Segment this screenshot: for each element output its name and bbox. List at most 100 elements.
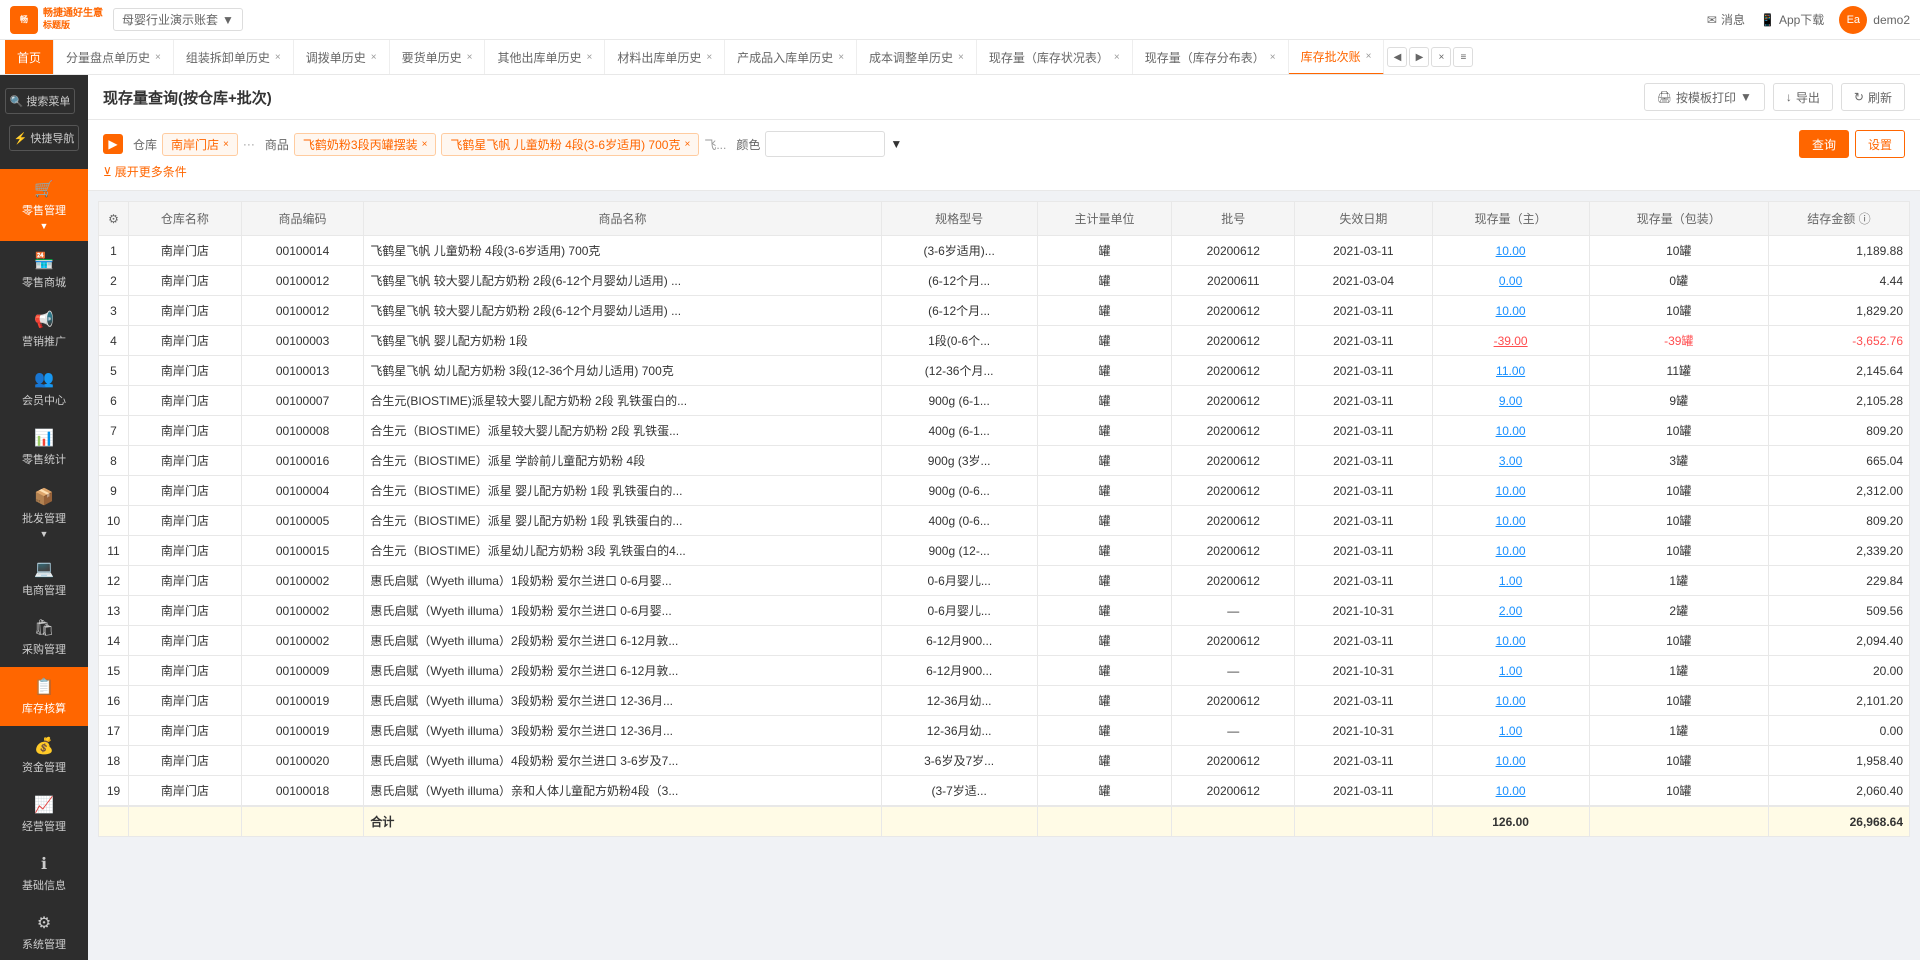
sidebar-item-lingshöguanli[interactable]: 🛒 零售管理 ▼ — [0, 169, 88, 241]
tab-xiancunfen[interactable]: 现存量（库存分布表）× — [1133, 40, 1289, 75]
sidebar-item-jichuinfo[interactable]: ℹ 基础信息 — [0, 844, 88, 903]
page-actions: 🖨 按模板打印 ▼ ↓ 导出 ↻ 刷新 — [1644, 83, 1905, 111]
tab-cailiaochuku[interactable]: 材料出库单历史 × — [605, 40, 725, 75]
color-dropdown[interactable]: ▼ — [890, 137, 902, 151]
row-no: 18 — [99, 746, 129, 776]
tab-diaoboddan[interactable]: 调拨单历史 × — [294, 40, 390, 75]
nav-prev[interactable]: ◀ — [1387, 47, 1407, 67]
tab-home[interactable]: 首页 — [5, 40, 54, 75]
tab-chanchengpin[interactable]: 产成品入库单历史 × — [725, 40, 857, 75]
row-qty-main[interactable]: 10.00 — [1432, 296, 1589, 326]
row-warehouse: 南岸门店 — [129, 566, 242, 596]
warehouse-tag-nanan[interactable]: 南岸门店 × — [162, 133, 238, 156]
sidebar-item-pifaguanli[interactable]: 📦 批发管理 ▼ — [0, 477, 88, 549]
sidebar-item-caigou[interactable]: 🛍 采购管理 — [0, 608, 88, 667]
close-icon[interactable]: × — [1366, 51, 1372, 62]
expand-icon: ▼ — [40, 221, 49, 231]
sidebar-item-yingxiao[interactable]: 📢 营销推广 — [0, 300, 88, 359]
remove-icon[interactable]: × — [422, 139, 428, 150]
tab-xiancunzhuang[interactable]: 现存量（库存状况表）× — [977, 40, 1133, 75]
table-container[interactable]: ⚙ 仓库名称 商品编码 商品名称 规格型号 主计量单位 批号 失效日期 现存量（… — [88, 191, 1920, 960]
app-download-btn[interactable]: 📱 App下载 — [1760, 11, 1824, 28]
product-tag-2[interactable]: 飞鹤星飞帆 儿童奶粉 4段(3-6岁适用) 700克 × — [441, 133, 699, 156]
close-icon[interactable]: × — [838, 52, 844, 63]
nav-arrows: ◀ ▶ × ≡ — [1387, 47, 1473, 67]
color-input[interactable] — [765, 131, 885, 157]
row-qty-main[interactable]: 10.00 — [1432, 746, 1589, 776]
row-qty-main[interactable]: 10.00 — [1432, 506, 1589, 536]
tab-zuchaixi[interactable]: 组装拆卸单历史 × — [174, 40, 294, 75]
tab-chenben[interactable]: 成本调整单历史 × — [857, 40, 977, 75]
product-tag-1[interactable]: 飞鹤奶粉3段丙罐摆装 × — [294, 133, 437, 156]
nav-close[interactable]: × — [1431, 47, 1451, 67]
row-expire: 2021-03-04 — [1295, 266, 1432, 296]
row-spec: 6-12月900... — [881, 656, 1037, 686]
close-icon[interactable]: × — [706, 52, 712, 63]
industry-selector[interactable]: 母婴行业演示账套 ▼ — [113, 8, 243, 31]
row-qty-main[interactable]: 10.00 — [1432, 626, 1589, 656]
nav-menu[interactable]: ≡ — [1453, 47, 1473, 67]
row-spec: 6-12月900... — [881, 626, 1037, 656]
warehouse-more[interactable]: ··· — [243, 137, 255, 151]
message-btn[interactable]: ✉ 消息 — [1707, 11, 1745, 28]
row-qty-main[interactable]: 11.00 — [1432, 356, 1589, 386]
close-icon[interactable]: × — [1114, 52, 1120, 63]
row-qty-pkg: 10罐 — [1589, 506, 1768, 536]
sidebar-item-lingshstats[interactable]: 📊 零售统计 — [0, 418, 88, 477]
sidebar-item-xitong[interactable]: ⚙ 系统管理 — [0, 903, 88, 960]
tab-yaohuo[interactable]: 要货单历史 × — [390, 40, 486, 75]
row-expire: 2021-03-11 — [1295, 416, 1432, 446]
tab-kucunpici[interactable]: 库存批次账 × — [1289, 40, 1385, 75]
close-icon[interactable]: × — [467, 52, 473, 63]
product-more[interactable]: 飞... — [704, 136, 726, 153]
close-icon[interactable]: × — [1270, 52, 1276, 63]
tab-qitachuku[interactable]: 其他出库单历史 × — [485, 40, 605, 75]
filter-expand-btn[interactable]: ▶ — [103, 134, 123, 154]
row-qty-main[interactable]: 9.00 — [1432, 386, 1589, 416]
sidebar-item-lingshoshangcheng[interactable]: 🏪 零售商城 — [0, 241, 88, 300]
nav-next[interactable]: ▶ — [1409, 47, 1429, 67]
close-icon[interactable]: × — [958, 52, 964, 63]
close-icon[interactable]: × — [155, 52, 161, 63]
refresh-btn[interactable]: ↻ 刷新 — [1841, 83, 1905, 111]
close-icon[interactable]: × — [586, 52, 592, 63]
filter-expand-more[interactable]: ⊻ 展开更多条件 — [103, 163, 1905, 180]
sidebar-item-jingying[interactable]: 📈 经营管理 — [0, 785, 88, 844]
export-btn[interactable]: ↓ 导出 — [1773, 83, 1833, 111]
col-settings[interactable]: ⚙ — [99, 202, 129, 236]
row-qty-main[interactable]: 0.00 — [1432, 266, 1589, 296]
sidebar-item-kucunhesuan[interactable]: 📋 库存核算 — [0, 667, 88, 726]
sidebar-search-btn[interactable]: 🔍 搜索菜单 — [5, 88, 75, 114]
row-qty-main[interactable]: 3.00 — [1432, 446, 1589, 476]
remove-icon[interactable]: × — [223, 139, 229, 150]
settings-icon[interactable]: ⚙ — [108, 212, 119, 226]
row-qty-main[interactable]: 2.00 — [1432, 596, 1589, 626]
row-qty-main[interactable]: 10.00 — [1432, 776, 1589, 807]
row-qty-main[interactable]: 10.00 — [1432, 686, 1589, 716]
user-area[interactable]: Ea demo2 — [1839, 6, 1910, 34]
row-qty-main[interactable]: 1.00 — [1432, 656, 1589, 686]
row-qty-main[interactable]: 10.00 — [1432, 476, 1589, 506]
remove-icon[interactable]: × — [684, 139, 690, 150]
row-qty-main[interactable]: -39.00 — [1432, 326, 1589, 356]
row-qty-main[interactable]: 10.00 — [1432, 536, 1589, 566]
tab-fenliangpandian[interactable]: 分量盘点单历史 × — [54, 40, 174, 75]
row-qty-main[interactable]: 10.00 — [1432, 416, 1589, 446]
sidebar-item-huiyuan[interactable]: 👥 会员中心 — [0, 359, 88, 418]
query-btn[interactable]: 查询 — [1799, 130, 1849, 158]
row-warehouse: 南岸门店 — [129, 626, 242, 656]
close-icon[interactable]: × — [371, 52, 377, 63]
sidebar-item-zijin[interactable]: 💰 资金管理 — [0, 726, 88, 785]
row-qty-main[interactable]: 1.00 — [1432, 566, 1589, 596]
settings-btn[interactable]: 设置 — [1855, 130, 1905, 158]
row-qty-main[interactable]: 10.00 — [1432, 236, 1589, 266]
quick-nav-btn[interactable]: ⚡ 快捷导航 — [9, 125, 79, 151]
row-qty-main[interactable]: 1.00 — [1432, 716, 1589, 746]
print-btn[interactable]: 🖨 按模板打印 ▼ — [1644, 83, 1765, 111]
row-name: 惠氏启赋（Wyeth illuma）3段奶粉 爱尔兰进口 12-36月... — [364, 716, 881, 746]
top-bar: 畅 畅捷通好生意 标题版 母婴行业演示账套 ▼ ✉ 消息 📱 App下载 — [0, 0, 1920, 40]
product-tags: 飞鹤奶粉3段丙罐摆装 × 飞鹤星飞帆 儿童奶粉 4段(3-6岁适用) 700克 … — [294, 133, 726, 156]
close-icon[interactable]: × — [275, 52, 281, 63]
table-row: 14 南岸门店 00100002 惠氏启赋（Wyeth illuma）2段奶粉 … — [99, 626, 1910, 656]
sidebar-item-dianshang[interactable]: 💻 电商管理 — [0, 549, 88, 608]
